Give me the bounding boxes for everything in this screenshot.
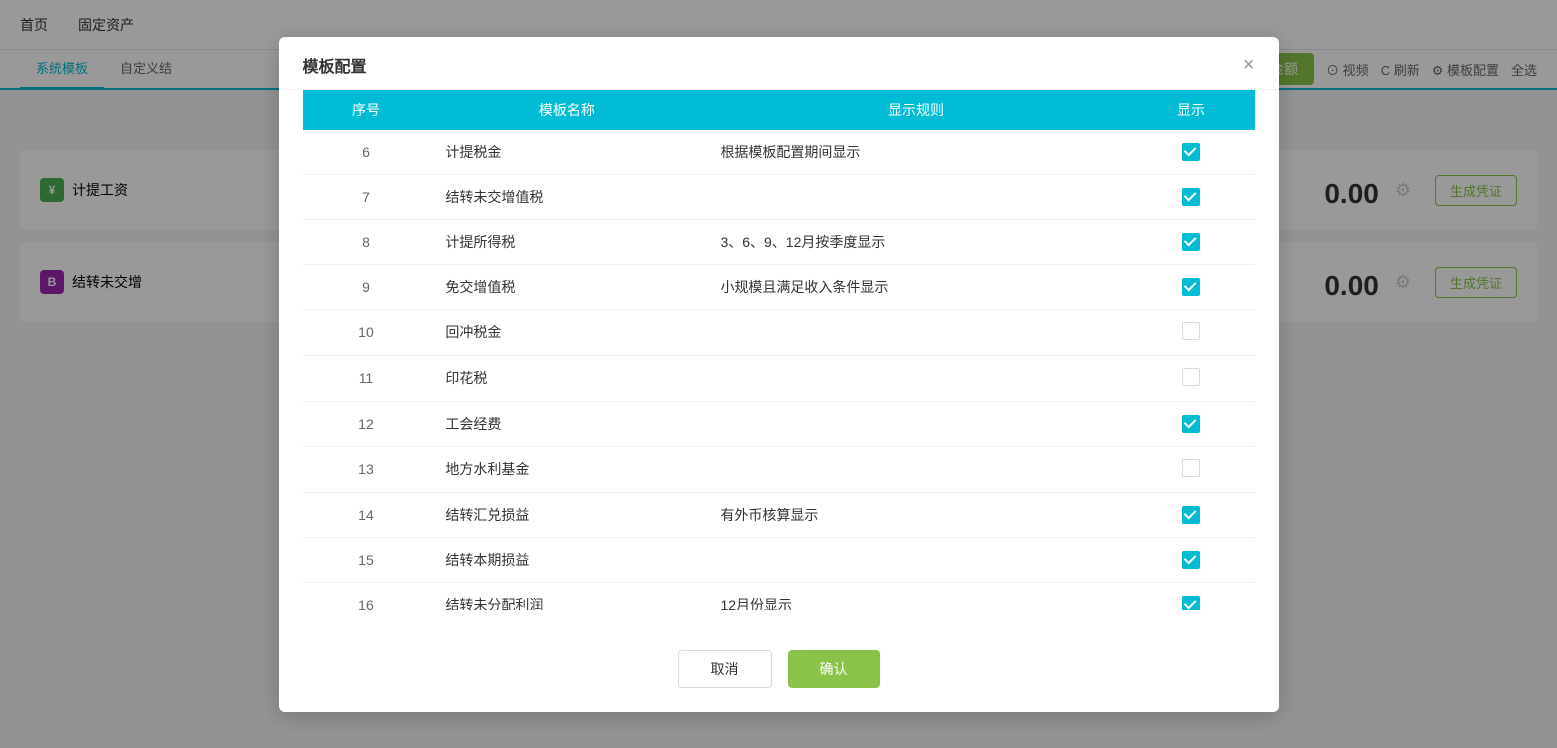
cell-name: 结转未分配利润 (429, 582, 704, 610)
cell-checkbox[interactable] (1128, 492, 1255, 537)
checkbox-checked[interactable] (1182, 143, 1200, 161)
table-scroll[interactable]: 序号 模板名称 显示规则 显示 6计提税金根据模板配置期间显示7结转未交增值税8… (303, 90, 1255, 610)
cell-rule: 3、6、9、12月按季度显示 (704, 219, 1127, 264)
confirm-button[interactable]: 确认 (788, 650, 880, 688)
cell-name: 计提所得税 (429, 219, 704, 264)
cell-checkbox[interactable] (1128, 174, 1255, 219)
table-row: 6计提税金根据模板配置期间显示 (303, 130, 1255, 175)
table-row: 14结转汇兑损益有外币核算显示 (303, 492, 1255, 537)
cell-seq: 7 (303, 174, 430, 219)
cell-seq: 15 (303, 537, 430, 582)
table-header: 序号 模板名称 显示规则 显示 (303, 90, 1255, 130)
modal-header: 模板配置 × (279, 37, 1279, 90)
cell-rule: 12月份显示 (704, 582, 1127, 610)
cell-seq: 12 (303, 401, 430, 446)
modal-template-config: 模板配置 × 序号 模板名称 显示规则 显示 6计提税金根据模板配置期间显示7结… (279, 37, 1279, 712)
cell-name: 结转汇兑损益 (429, 492, 704, 537)
cell-rule (704, 174, 1127, 219)
cell-rule: 有外币核算显示 (704, 492, 1127, 537)
modal-body: 序号 模板名称 显示规则 显示 6计提税金根据模板配置期间显示7结转未交增值税8… (279, 90, 1279, 634)
cell-seq: 6 (303, 130, 430, 175)
table-row: 13地方水利基金 (303, 446, 1255, 492)
cell-name: 印花税 (429, 355, 704, 401)
cell-seq: 14 (303, 492, 430, 537)
cell-seq: 16 (303, 582, 430, 610)
cell-rule (704, 309, 1127, 355)
cell-checkbox[interactable] (1128, 582, 1255, 610)
cell-checkbox[interactable] (1128, 401, 1255, 446)
col-seq: 序号 (303, 90, 430, 130)
checkbox-checked[interactable] (1182, 278, 1200, 296)
cell-name: 回冲税金 (429, 309, 704, 355)
cell-name: 地方水利基金 (429, 446, 704, 492)
cell-checkbox[interactable] (1128, 446, 1255, 492)
cell-seq: 8 (303, 219, 430, 264)
modal-close-button[interactable]: × (1243, 55, 1255, 75)
table-row: 16结转未分配利润12月份显示 (303, 582, 1255, 610)
table-row: 12工会经费 (303, 401, 1255, 446)
checkbox-checked[interactable] (1182, 415, 1200, 433)
cell-checkbox[interactable] (1128, 355, 1255, 401)
col-display: 显示 (1128, 90, 1255, 130)
cell-rule: 根据模板配置期间显示 (704, 130, 1127, 175)
modal-title: 模板配置 (303, 53, 367, 77)
table-row: 11印花税 (303, 355, 1255, 401)
cell-checkbox[interactable] (1128, 264, 1255, 309)
table-row: 8计提所得税3、6、9、12月按季度显示 (303, 219, 1255, 264)
checkbox-unchecked[interactable] (1182, 459, 1200, 477)
cell-checkbox[interactable] (1128, 537, 1255, 582)
cell-checkbox[interactable] (1128, 219, 1255, 264)
cell-rule (704, 401, 1127, 446)
cell-name: 计提税金 (429, 130, 704, 175)
cell-name: 结转未交增值税 (429, 174, 704, 219)
table-row: 15结转本期损益 (303, 537, 1255, 582)
table-row: 9免交增值税小规模且满足收入条件显示 (303, 264, 1255, 309)
checkbox-checked[interactable] (1182, 506, 1200, 524)
table-body: 6计提税金根据模板配置期间显示7结转未交增值税8计提所得税3、6、9、12月按季… (303, 130, 1255, 610)
cell-name: 工会经费 (429, 401, 704, 446)
checkbox-checked[interactable] (1182, 188, 1200, 206)
col-name: 模板名称 (429, 90, 704, 130)
checkbox-checked[interactable] (1182, 551, 1200, 569)
cell-name: 免交增值税 (429, 264, 704, 309)
checkbox-checked[interactable] (1182, 233, 1200, 251)
cell-checkbox[interactable] (1128, 309, 1255, 355)
cell-rule (704, 537, 1127, 582)
cell-rule (704, 355, 1127, 401)
col-rule: 显示规则 (704, 90, 1127, 130)
cell-seq: 11 (303, 355, 430, 401)
cell-seq: 13 (303, 446, 430, 492)
table-row: 7结转未交增值税 (303, 174, 1255, 219)
config-table: 序号 模板名称 显示规则 显示 6计提税金根据模板配置期间显示7结转未交增值税8… (303, 90, 1255, 610)
modal-footer: 取消 确认 (279, 634, 1279, 712)
cell-rule (704, 446, 1127, 492)
cell-name: 结转本期损益 (429, 537, 704, 582)
modal-overlay: 模板配置 × 序号 模板名称 显示规则 显示 6计提税金根据模板配置期间显示7结… (0, 0, 1557, 748)
checkbox-unchecked[interactable] (1182, 368, 1200, 386)
cancel-button[interactable]: 取消 (678, 650, 772, 688)
cell-rule: 小规模且满足收入条件显示 (704, 264, 1127, 309)
table-row: 10回冲税金 (303, 309, 1255, 355)
cell-seq: 10 (303, 309, 430, 355)
cell-seq: 9 (303, 264, 430, 309)
cell-checkbox[interactable] (1128, 130, 1255, 175)
checkbox-checked[interactable] (1182, 596, 1200, 610)
checkbox-unchecked[interactable] (1182, 322, 1200, 340)
